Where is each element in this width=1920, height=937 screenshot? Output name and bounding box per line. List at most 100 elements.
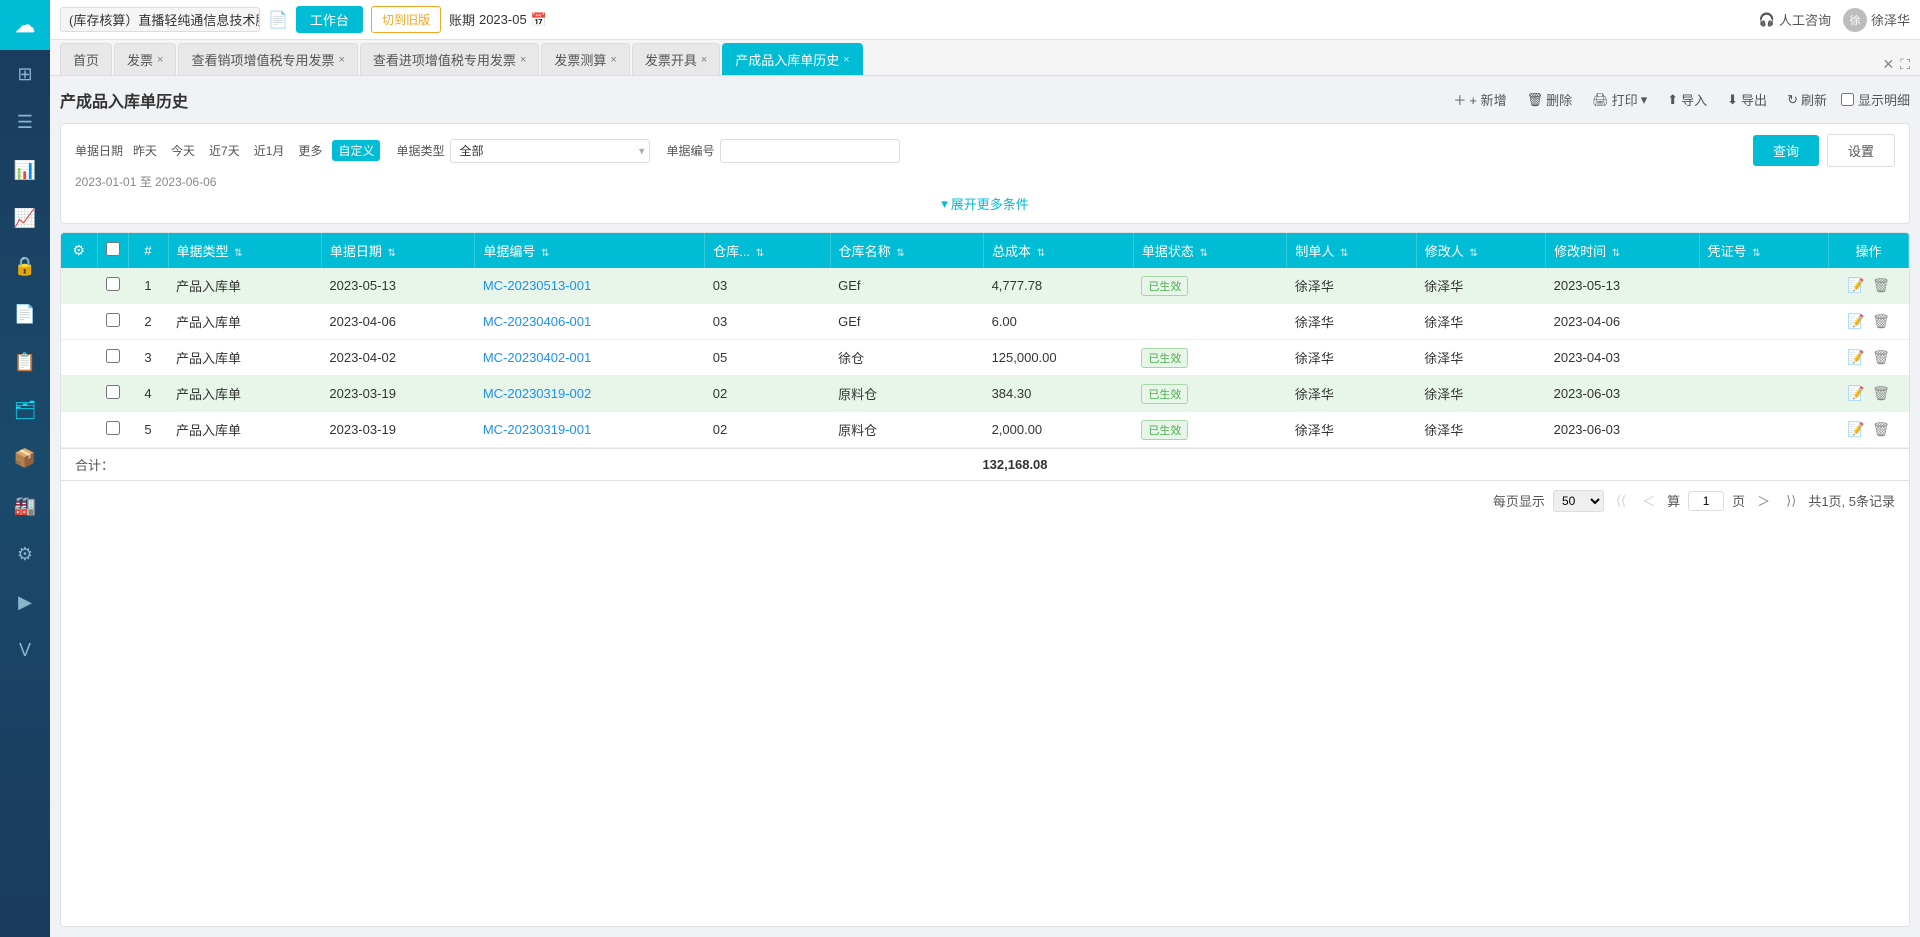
- row-delete-button[interactable]: 🗑: [1870, 419, 1892, 440]
- col-warehouse-name[interactable]: 仓库名称 ⇅: [830, 233, 983, 268]
- page-actions: ＋ + 新增 🗑 删除 🖨 打印 ▾ ⬆ 导入 ⬇: [1447, 86, 1910, 113]
- sidebar-item-home[interactable]: ⊞: [0, 50, 50, 98]
- show-detail-checkbox[interactable]: [1841, 93, 1854, 106]
- date-1month-btn[interactable]: 近1月: [250, 140, 289, 161]
- user-menu[interactable]: 徐 徐泽华: [1843, 8, 1910, 32]
- edit-button[interactable]: 📝: [1845, 311, 1866, 332]
- tab-invoice-issue[interactable]: 发票开具 ×: [632, 43, 720, 75]
- app-logo: ☁: [0, 0, 50, 50]
- per-page-select[interactable]: 20 50 100: [1553, 490, 1604, 512]
- tab-home[interactable]: 首页: [60, 43, 112, 75]
- col-bill-no[interactable]: 单据编号 ⇅: [475, 233, 705, 268]
- date-today-btn[interactable]: 今天: [167, 140, 199, 161]
- col-voucher-no[interactable]: 凭证号 ⇅: [1699, 233, 1828, 268]
- tab-purchase-vat[interactable]: 查看进项增值税专用发票 ×: [360, 43, 539, 75]
- row-voucher-no: [1699, 340, 1828, 376]
- sidebar-item-analytics[interactable]: 📈: [0, 194, 50, 242]
- col-modify-time[interactable]: 修改时间 ⇅: [1546, 233, 1699, 268]
- col-bill-status[interactable]: 单据状态 ⇅: [1133, 233, 1286, 268]
- sidebar-item-settings[interactable]: ⚙: [0, 530, 50, 578]
- col-warehouse-code[interactable]: 仓库... ⇅: [705, 233, 830, 268]
- refresh-button[interactable]: ↻ 刷新: [1781, 86, 1833, 113]
- tab-invoice[interactable]: 发票 ×: [114, 43, 176, 75]
- switch-version-button[interactable]: 切到旧版: [371, 6, 441, 33]
- row-checkbox[interactable]: [106, 385, 120, 399]
- export-button[interactable]: ⬇ 导出: [1721, 86, 1773, 113]
- select-all-checkbox[interactable]: [106, 242, 120, 256]
- sidebar-item-security[interactable]: 🔒: [0, 242, 50, 290]
- expand-more-btn[interactable]: ▾ 展开更多条件: [941, 194, 1029, 213]
- row-delete-button[interactable]: 🗑: [1870, 347, 1892, 368]
- show-detail-toggle[interactable]: 显示明细: [1841, 90, 1910, 109]
- tab-invoice-issue-close[interactable]: ×: [701, 54, 707, 66]
- refresh-label: 刷新: [1801, 90, 1827, 109]
- last-page-button[interactable]: ⟩⟩: [1782, 491, 1800, 511]
- bill-type-select[interactable]: 全部 产品入库单: [450, 139, 650, 163]
- tab-sales-vat-close[interactable]: ×: [338, 54, 344, 66]
- sidebar-item-factory[interactable]: 🏭: [0, 482, 50, 530]
- workbench-button[interactable]: 工作台: [296, 6, 363, 33]
- row-checkbox[interactable]: [106, 349, 120, 363]
- col-modifier[interactable]: 修改人 ⇅: [1416, 233, 1545, 268]
- edit-button[interactable]: 📝: [1845, 347, 1866, 368]
- col-total-cost[interactable]: 总成本 ⇅: [984, 233, 1134, 268]
- date-7days-btn[interactable]: 近7天: [205, 140, 244, 161]
- row-bill-no[interactable]: MC-20230319-002: [475, 376, 705, 412]
- sidebar-item-chart[interactable]: 📊: [0, 146, 50, 194]
- first-page-button[interactable]: ⟨⟨: [1612, 491, 1630, 511]
- tab-maximize-button[interactable]: ⛶: [1900, 56, 1910, 73]
- tab-close-all-button[interactable]: ✕: [1882, 56, 1894, 73]
- row-delete-button[interactable]: 🗑: [1870, 383, 1892, 404]
- row-delete-button[interactable]: 🗑: [1870, 275, 1892, 296]
- col-bill-type[interactable]: 单据类型 ⇅: [168, 233, 321, 268]
- edit-button[interactable]: 📝: [1845, 419, 1866, 440]
- tab-invoice-calc-close[interactable]: ×: [610, 54, 616, 66]
- col-bill-date[interactable]: 单据日期 ⇅: [321, 233, 474, 268]
- calendar-icon[interactable]: 📅: [531, 12, 547, 28]
- import-button[interactable]: ⬆ 导入: [1661, 86, 1713, 113]
- print-button[interactable]: 🖨 打印 ▾: [1586, 86, 1653, 113]
- sidebar-item-list[interactable]: 📋: [0, 338, 50, 386]
- page-label: 算: [1667, 491, 1680, 510]
- company-selector[interactable]: (库存核算）直播轻纯通信息技术股份... ▾: [60, 7, 260, 32]
- tab-purchase-vat-close[interactable]: ×: [520, 54, 526, 66]
- row-checkbox[interactable]: [106, 421, 120, 435]
- date-yesterday-btn[interactable]: 昨天: [129, 140, 161, 161]
- bill-no-input[interactable]: [720, 139, 900, 163]
- date-custom-btn[interactable]: 自定义: [332, 140, 380, 161]
- tab-invoice-calc[interactable]: 发票测算 ×: [541, 43, 629, 75]
- reset-button[interactable]: 设置: [1827, 134, 1895, 167]
- sidebar-item-docs[interactable]: 📄: [0, 290, 50, 338]
- tab-invoice-close[interactable]: ×: [157, 54, 163, 66]
- row-bill-no[interactable]: MC-20230513-001: [475, 268, 705, 304]
- support-link[interactable]: 🎧 人工咨询: [1759, 10, 1831, 29]
- row-delete-button[interactable]: 🗑: [1870, 311, 1892, 332]
- tab-stock-in-history[interactable]: 产成品入库单历史 ×: [722, 43, 862, 75]
- row-bill-no[interactable]: MC-20230402-001: [475, 340, 705, 376]
- edit-button[interactable]: 📝: [1845, 383, 1866, 404]
- row-bill-no[interactable]: MC-20230319-001: [475, 412, 705, 448]
- new-button[interactable]: ＋ + 新增: [1447, 86, 1512, 113]
- tab-sales-vat[interactable]: 查看销项增值税专用发票 ×: [178, 43, 357, 75]
- row-bill-no[interactable]: MC-20230406-001: [475, 304, 705, 340]
- settings-icon[interactable]: ⚙: [72, 242, 85, 258]
- sidebar-item-play[interactable]: ▶: [0, 578, 50, 626]
- row-checkbox[interactable]: [106, 313, 120, 327]
- prev-page-button[interactable]: ＜: [1638, 489, 1659, 512]
- table-row: 5 产品入库单 2023-03-19 MC-20230319-001 02 原料…: [61, 412, 1909, 448]
- col-checkbox: [97, 233, 128, 268]
- sidebar-item-menu[interactable]: ☰: [0, 98, 50, 146]
- page-number-input[interactable]: [1688, 491, 1724, 511]
- tab-stock-in-history-close[interactable]: ×: [843, 54, 849, 66]
- sidebar-item-v[interactable]: V: [0, 626, 50, 674]
- sidebar-item-files[interactable]: 🗂: [0, 386, 50, 434]
- row-modify-time: 2023-06-03: [1546, 412, 1699, 448]
- next-page-button[interactable]: ＞: [1753, 489, 1774, 512]
- edit-button[interactable]: 📝: [1845, 275, 1866, 296]
- date-more-btn[interactable]: 更多: [294, 140, 326, 161]
- col-creator[interactable]: 制单人 ⇅: [1287, 233, 1416, 268]
- sidebar-item-inventory[interactable]: 📦: [0, 434, 50, 482]
- delete-button[interactable]: 🗑 删除: [1521, 86, 1579, 113]
- query-button[interactable]: 查询: [1753, 135, 1819, 166]
- row-checkbox[interactable]: [106, 277, 120, 291]
